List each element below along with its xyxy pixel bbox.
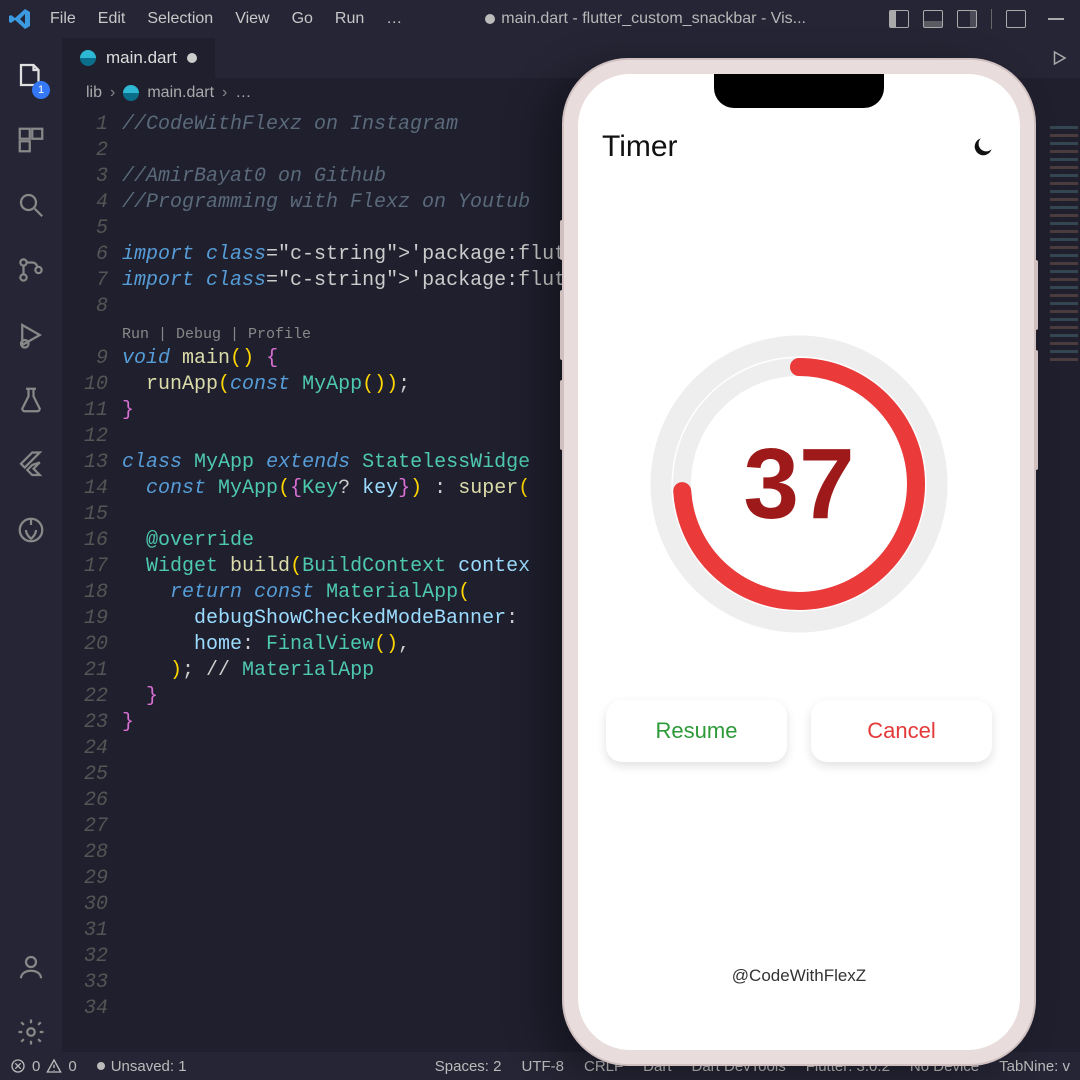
unsaved-dot-icon — [485, 14, 495, 24]
titlebar: File Edit Selection View Go Run … main.d… — [0, 0, 1080, 38]
source-control-icon[interactable] — [16, 255, 46, 290]
timer-ring: 37 — [649, 334, 949, 634]
search-icon[interactable] — [16, 190, 46, 225]
menu-run[interactable]: Run — [335, 10, 364, 28]
phone-volume-up — [560, 290, 564, 360]
menu-edit[interactable]: Edit — [98, 10, 126, 28]
minimize-icon[interactable] — [1048, 18, 1064, 20]
explorer-badge: 1 — [32, 81, 50, 99]
timer-buttons: Resume Cancel — [606, 700, 992, 762]
status-encoding[interactable]: UTF-8 — [521, 1058, 564, 1075]
menu-view[interactable]: View — [235, 10, 269, 28]
gitlens-icon[interactable] — [16, 515, 46, 550]
flutter-icon[interactable] — [16, 450, 46, 485]
layout-controls — [889, 9, 1072, 29]
phone-mute-switch — [560, 220, 564, 260]
moon-icon[interactable] — [970, 134, 996, 160]
tab-dirty-dot-icon — [187, 53, 197, 63]
run-debug-icon[interactable] — [16, 320, 46, 355]
breadcrumb-folder[interactable]: lib — [86, 84, 102, 102]
activity-bar: 1 — [0, 38, 62, 1052]
explorer-icon[interactable]: 1 — [16, 60, 46, 95]
phone-volume-down — [560, 380, 564, 450]
phone-power-button — [1034, 260, 1038, 330]
menu-more[interactable]: … — [386, 10, 402, 28]
window-title: main.dart - flutter_custom_snackbar - Vi… — [402, 10, 889, 28]
run-code-icon[interactable] — [1050, 49, 1068, 67]
vscode-logo-icon — [8, 7, 32, 31]
phone-mockup: Timer 37 Resume Cancel @CodeWithFlexZ — [562, 58, 1036, 1066]
app-topbar: Timer — [602, 130, 996, 164]
breadcrumb-file[interactable]: main.dart — [147, 84, 214, 102]
status-tabnine[interactable]: TabNine: v — [999, 1058, 1070, 1075]
app-footer-credit: @CodeWithFlexZ — [578, 966, 1020, 986]
tab-main-dart[interactable]: main.dart — [62, 38, 215, 78]
breadcrumb-ellipsis[interactable]: … — [235, 84, 251, 102]
chevron-right-icon: › — [110, 84, 115, 102]
timer-value: 37 — [649, 334, 949, 634]
chevron-right-icon: › — [222, 84, 227, 102]
app-title: Timer — [602, 130, 678, 164]
minimap[interactable] — [1050, 126, 1078, 366]
phone-notch — [714, 74, 884, 108]
window-title-text: main.dart - flutter_custom_snackbar - Vi… — [501, 10, 806, 28]
status-spaces[interactable]: Spaces: 2 — [435, 1058, 502, 1075]
toggle-secondary-sidebar-icon[interactable] — [957, 10, 977, 28]
phone-side-button — [1034, 350, 1038, 470]
status-problems[interactable]: 0 0 — [10, 1058, 77, 1075]
menu-file[interactable]: File — [50, 10, 76, 28]
toggle-sidebar-icon[interactable] — [889, 10, 909, 28]
testing-icon[interactable] — [16, 385, 46, 420]
menu-go[interactable]: Go — [292, 10, 313, 28]
status-unsaved[interactable]: Unsaved: 1 — [97, 1058, 187, 1075]
dart-file-icon — [77, 47, 100, 70]
toggle-panel-icon[interactable] — [923, 10, 943, 28]
phone-screen: Timer 37 Resume Cancel @CodeWithFlexZ — [578, 74, 1020, 1050]
settings-gear-icon[interactable] — [16, 1017, 46, 1052]
menu-selection[interactable]: Selection — [147, 10, 213, 28]
dart-file-icon — [120, 82, 143, 105]
cancel-button[interactable]: Cancel — [811, 700, 992, 762]
resume-button[interactable]: Resume — [606, 700, 787, 762]
extensions-icon[interactable] — [16, 125, 46, 160]
layout-divider — [991, 9, 992, 29]
menu-bar: File Edit Selection View Go Run … — [50, 10, 402, 28]
line-gutter: 12345678 9101112131415161718192021222324… — [62, 112, 122, 1022]
customize-layout-icon[interactable] — [1006, 10, 1026, 28]
tab-label: main.dart — [106, 48, 177, 68]
accounts-icon[interactable] — [16, 952, 46, 987]
